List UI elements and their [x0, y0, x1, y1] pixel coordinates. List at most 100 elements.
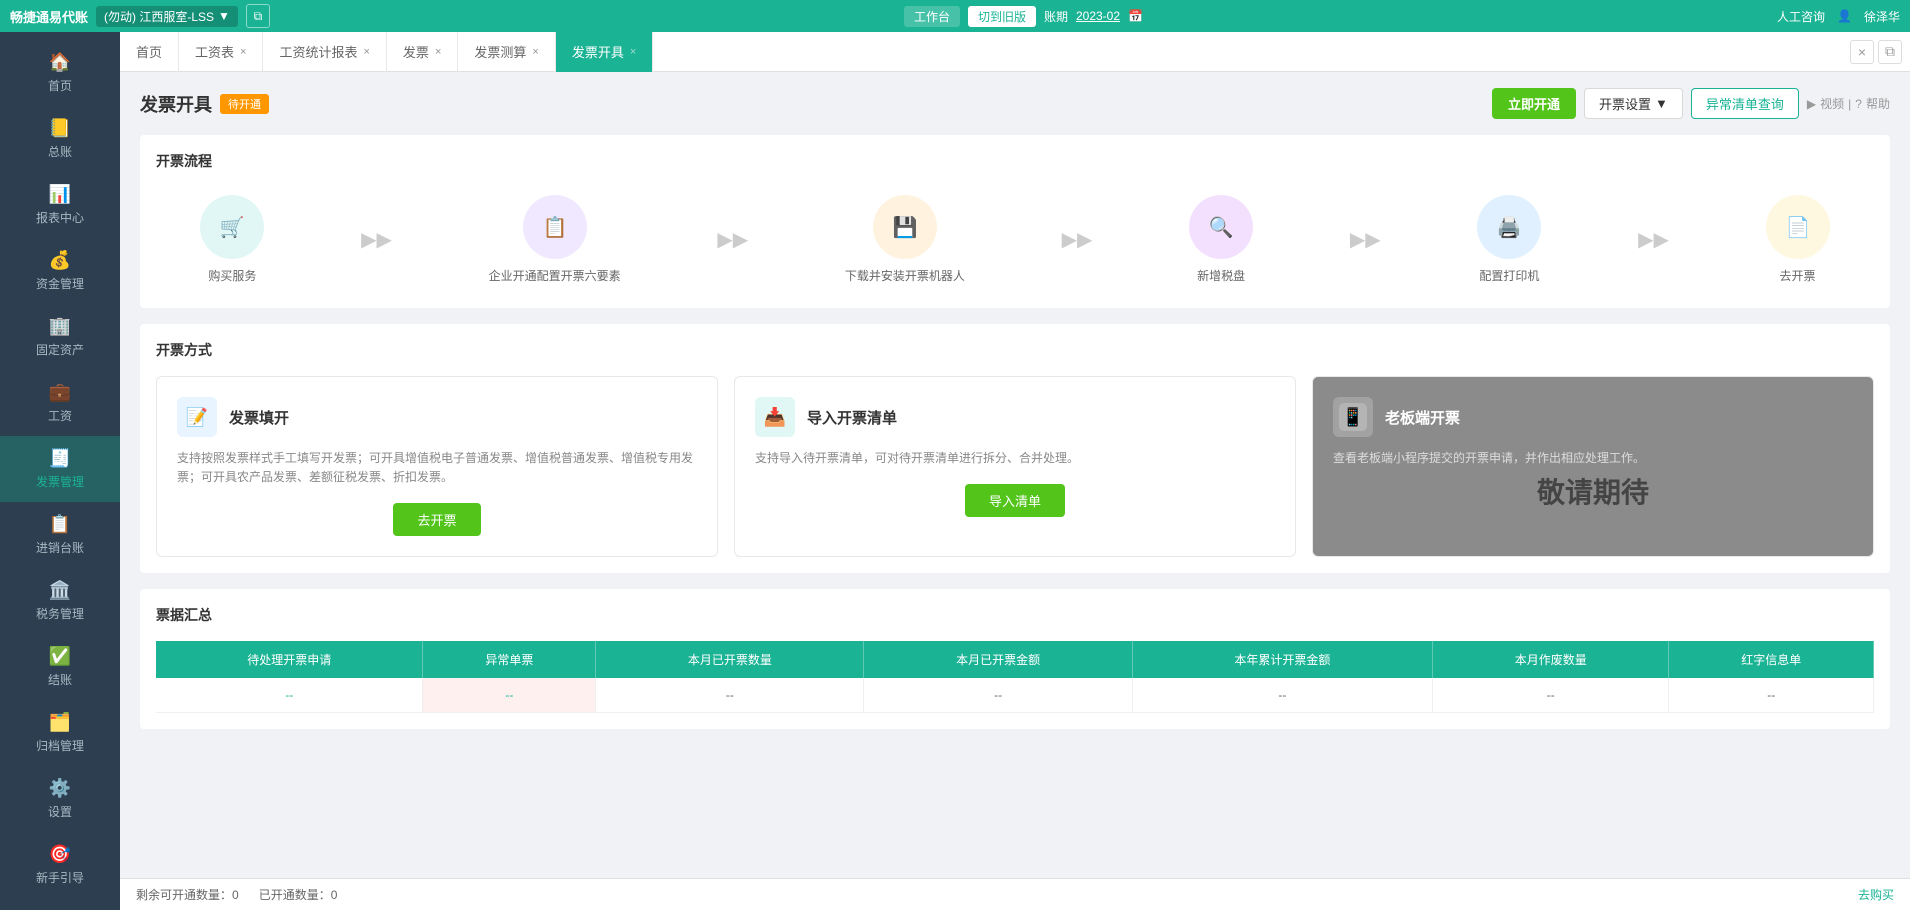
sidebar-item-payroll[interactable]: 💼 工资	[0, 370, 120, 436]
process-step-3: 💾 下载并安装开票机器人	[845, 195, 965, 284]
svg-text:🔍: 🔍	[1209, 214, 1234, 239]
sidebar-item-label: 新手引导	[36, 869, 84, 886]
step-buy-service-icon: 🛒	[200, 195, 264, 259]
method-boss-desc: 查看老板端小程序提交的开票申请，并作出相应处理工作。	[1333, 449, 1853, 468]
method-card-import: 📥 导入开票清单 支持导入待开票清单，可对待开票清单进行拆分、合并处理。 导入清…	[734, 376, 1296, 557]
process-arrow-1: ▶▶	[361, 227, 392, 252]
user-avatar[interactable]: 👤	[1837, 9, 1852, 23]
buy-link[interactable]: 去购买	[1858, 886, 1894, 903]
method-import-title: 导入开票清单	[807, 407, 897, 428]
workspace-button[interactable]: 工作台	[904, 6, 960, 27]
top-bar-center: 工作台 切到旧版 账期 2023-02 📅	[904, 6, 1143, 27]
page-content: 发票开具 待开通 立即开通 开票设置 ▼ 异常清单查询 ▶ 视频 | ?	[120, 72, 1910, 878]
method-card-manual-header: 📝 发票填开	[177, 397, 697, 437]
sidebar-item-reports[interactable]: 📊 报表中心	[0, 172, 120, 238]
abnormal-query-button[interactable]: 异常清单查询	[1691, 88, 1799, 119]
sidebar-item-guide[interactable]: 🎯 新手引导	[0, 832, 120, 898]
help-area: ▶ 视频 | ? 帮助	[1807, 95, 1890, 112]
tab-invoice-issue-close[interactable]: ×	[630, 46, 636, 58]
tab-close-button[interactable]: ×	[1850, 40, 1874, 64]
tax-icon: 🏛️	[49, 580, 71, 601]
method-card-import-header: 📥 导入开票清单	[755, 397, 1275, 437]
process-step-1: 🛒 购买服务	[200, 195, 264, 284]
method-card-boss-header: 📱 老板端开票	[1333, 397, 1853, 437]
copy-icon[interactable]: ⧉	[246, 4, 270, 28]
open-settings-button[interactable]: 开票设置 ▼	[1584, 88, 1683, 119]
summary-col-month-count: 本月已开票数量	[596, 641, 864, 678]
sidebar-item-vip[interactable]: 👑 畅会员	[0, 898, 120, 910]
settings-icon: ⚙️	[49, 778, 71, 799]
tab-home[interactable]: 首页	[120, 32, 179, 72]
period-label: 账期	[1044, 8, 1068, 25]
methods-section: 开票方式 📝 发票填开 支持按照发票样式手工填写开发票；可开具增值税电子普通发票…	[140, 324, 1890, 573]
tab-invoice-calc[interactable]: 发票测算 ×	[458, 32, 555, 72]
status-badge: 待开通	[220, 94, 269, 114]
method-manual-title: 发票填开	[229, 407, 289, 428]
method-card-manual: 📝 发票填开 支持按照发票样式手工填写开发票；可开具增值税电子普通发票、增值税普…	[156, 376, 718, 557]
tab-invoice-calc-close[interactable]: ×	[532, 46, 538, 58]
tab-payroll[interactable]: 工资表 ×	[179, 32, 263, 72]
summary-cell-month-amount: --	[864, 678, 1132, 713]
sidebar-item-home[interactable]: 🏠 首页	[0, 40, 120, 106]
method-card-boss: 📱 老板端开票 查看老板端小程序提交的开票申请，并作出相应处理工作。 敬请期待	[1312, 376, 1874, 557]
tab-payroll-stats-label: 工资统计报表	[279, 42, 357, 61]
method-manual-icon: 📝	[177, 397, 217, 437]
sidebar-item-settings[interactable]: ⚙️ 设置	[0, 766, 120, 832]
import-list-button[interactable]: 导入清单	[965, 484, 1065, 517]
sidebar-item-label: 归档管理	[36, 737, 84, 754]
sidebar-item-purchase-sales[interactable]: 📋 进销台账	[0, 502, 120, 568]
tab-payroll-close[interactable]: ×	[240, 46, 246, 58]
sidebar-item-label: 结账	[48, 671, 72, 688]
svg-text:📝: 📝	[186, 406, 208, 427]
tab-invoice-issue[interactable]: 发票开具 ×	[556, 32, 653, 72]
help-doc-label[interactable]: 帮助	[1866, 95, 1890, 112]
top-bar-right: 人工咨询 👤 徐泽华	[1777, 8, 1900, 25]
process-section: 开票流程 🛒 购买服务 ▶▶ 📋 企业开通配置开票六要素	[140, 135, 1890, 308]
invoice-icon: 🧾	[49, 448, 71, 469]
go-invoice-button[interactable]: 去开票	[393, 503, 480, 536]
sidebar-item-ledger[interactable]: 📒 总账	[0, 106, 120, 172]
process-steps: 🛒 购买服务 ▶▶ 📋 企业开通配置开票六要素 ▶▶ �	[156, 187, 1874, 292]
method-boss-icon: 📱	[1333, 397, 1373, 437]
calendar-icon[interactable]: 📅	[1128, 9, 1143, 23]
finance-icon: 💰	[49, 250, 71, 271]
help-video-label[interactable]: 视频	[1820, 95, 1844, 112]
step-configure-icon: 📋	[523, 195, 587, 259]
sidebar-item-close-accounts[interactable]: ✅ 结账	[0, 634, 120, 700]
period-value[interactable]: 2023-02	[1076, 9, 1120, 23]
methods-grid: 📝 发票填开 支持按照发票样式手工填写开发票；可开具增值税电子普通发票、增值税普…	[156, 376, 1874, 557]
video-icon: ▶	[1807, 97, 1816, 111]
tab-payroll-stats[interactable]: 工资统计报表 ×	[263, 32, 386, 72]
sidebar-item-label: 工资	[48, 407, 72, 424]
tab-invoice-label: 发票	[403, 42, 429, 61]
summary-row: -- -- -- -- -- -- --	[156, 678, 1874, 713]
sidebar-item-finance[interactable]: 💰 资金管理	[0, 238, 120, 304]
customer-service-button[interactable]: 人工咨询	[1777, 8, 1825, 25]
step-printer-label: 配置打印机	[1479, 267, 1539, 284]
sidebar: 🏠 首页 📒 总账 📊 报表中心 💰 资金管理 🏢 固定资产 💼 工资 🧾 发票…	[0, 32, 120, 910]
tab-restore-button[interactable]: ⧉	[1878, 40, 1902, 64]
summary-cell-abnormal[interactable]: --	[423, 678, 596, 713]
process-step-6: 📄 去开票	[1766, 195, 1830, 284]
open-now-button[interactable]: 立即开通	[1492, 88, 1576, 119]
archive-icon: 🗂️	[49, 712, 71, 733]
switch-old-button[interactable]: 切到旧版	[968, 6, 1036, 27]
method-manual-action: 去开票	[177, 503, 697, 536]
svg-text:📱: 📱	[1342, 406, 1364, 427]
username[interactable]: 徐泽华	[1864, 8, 1900, 25]
summary-col-abnormal: 异常单票	[423, 641, 596, 678]
sidebar-item-label: 总账	[48, 143, 72, 160]
company-selector[interactable]: (勿动) 江西服室-LSS ▼	[96, 6, 238, 27]
tab-invoice-close[interactable]: ×	[435, 46, 441, 58]
divider: |	[1848, 97, 1851, 111]
tab-invoice[interactable]: 发票 ×	[387, 32, 458, 72]
summary-cell-void-count: --	[1432, 678, 1668, 713]
summary-cell-pending[interactable]: --	[156, 678, 423, 713]
tab-payroll-stats-close[interactable]: ×	[363, 46, 369, 58]
step-buy-service-label: 购买服务	[208, 267, 256, 284]
sidebar-item-invoice[interactable]: 🧾 发票管理	[0, 436, 120, 502]
sidebar-item-tax[interactable]: 🏛️ 税务管理	[0, 568, 120, 634]
sidebar-item-archive[interactable]: 🗂️ 归档管理	[0, 700, 120, 766]
process-arrow-3: ▶▶	[1062, 227, 1093, 252]
sidebar-item-assets[interactable]: 🏢 固定资产	[0, 304, 120, 370]
